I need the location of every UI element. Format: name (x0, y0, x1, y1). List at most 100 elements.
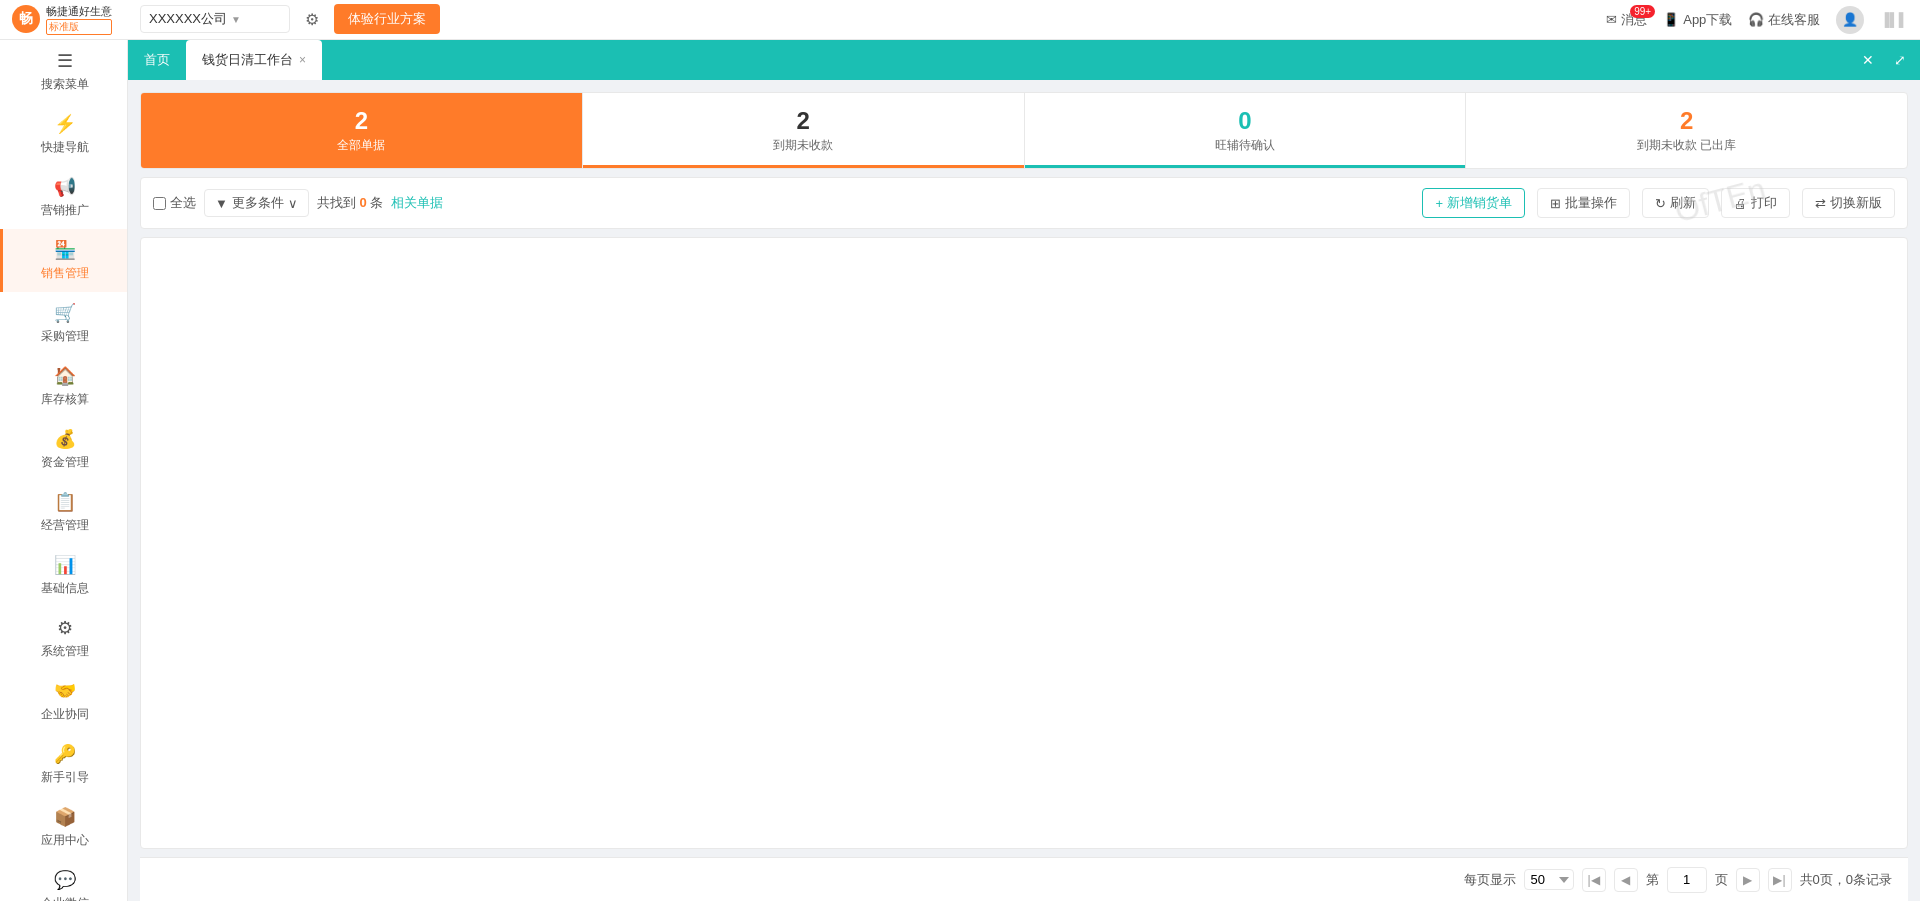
switch-icon: ⇄ (1815, 196, 1826, 211)
stat-label-pending: 旺辅待确认 (1041, 137, 1450, 154)
app-download-label: App下载 (1683, 11, 1732, 29)
sidebar-item-system[interactable]: ⚙ 系统管理 (0, 607, 127, 670)
stat-card-pending[interactable]: 0 旺辅待确认 (1025, 93, 1467, 168)
trial-button[interactable]: 体验行业方案 (334, 4, 440, 34)
sidebar-item-basic-info[interactable]: 📊 基础信息 (0, 544, 127, 607)
per-page-select[interactable]: 50 20 100 (1524, 869, 1574, 890)
tab-close-icon[interactable]: × (299, 53, 306, 67)
sidebar-item-finance[interactable]: 💰 资金管理 (0, 418, 127, 481)
sidebar-item-label: 资金管理 (41, 454, 89, 471)
sidebar-item-label: 系统管理 (41, 643, 89, 660)
print-button[interactable]: 🖨 打印 (1721, 188, 1790, 218)
sidebar: ☰ 搜索菜单 ⚡ 快捷导航 📢 营销推广 🏪 销售管理 🛒 采购管理 🏠 库存核… (0, 40, 128, 901)
online-service-btn[interactable]: 🎧 在线客服 (1748, 11, 1820, 29)
tab-close-window-btn[interactable]: ✕ (1856, 48, 1880, 72)
sidebar-item-wechat[interactable]: 💬 企业微信 (0, 859, 127, 901)
sidebar-item-label: 经营管理 (41, 517, 89, 534)
sidebar-item-label: 库存核算 (41, 391, 89, 408)
stat-card-overdue-shipped[interactable]: 2 到期未收款 已出库 (1466, 93, 1907, 168)
enterprise-icon: 🤝 (54, 680, 76, 702)
message-icon: ✉ (1606, 12, 1617, 27)
filter-label: 更多条件 (232, 194, 284, 212)
prev-page-btn[interactable]: ◀ (1614, 868, 1638, 892)
print-icon: 🖨 (1734, 196, 1747, 211)
sales-icon: 🏪 (54, 239, 76, 261)
batch-label: 批量操作 (1565, 194, 1617, 212)
company-selector[interactable]: XXXXXX公司 ▼ (140, 5, 290, 33)
quick-nav-icon: ⚡ (54, 113, 76, 135)
download-icon: 📱 (1663, 12, 1679, 27)
sidebar-item-search-menu[interactable]: ☰ 搜索菜单 (0, 40, 127, 103)
stat-number-pending: 0 (1041, 107, 1450, 135)
logo-text-block: 畅捷通好生意 标准版 (46, 4, 112, 34)
refresh-label: 刷新 (1670, 194, 1696, 212)
related-orders-link[interactable]: 相关单据 (391, 194, 443, 212)
sidebar-item-label: 销售管理 (41, 265, 89, 282)
top-bar-left: 畅 畅捷通好生意 标准版 XXXXXX公司 ▼ ⚙ 体验行业方案 (12, 4, 440, 34)
switch-version-button[interactable]: ⇄ 切换新版 (1802, 188, 1895, 218)
inventory-icon: 🏠 (54, 365, 76, 387)
batch-operation-button[interactable]: ⊞ 批量操作 (1537, 188, 1630, 218)
refresh-button[interactable]: ↻ 刷新 (1642, 188, 1709, 218)
page-suffix: 页 (1715, 871, 1728, 889)
table-area (140, 237, 1908, 849)
app-download-btn[interactable]: 📱 App下载 (1663, 11, 1732, 29)
filter-icon: ▼ (215, 196, 228, 211)
toolbar-right: + 新增销货单 ⊞ 批量操作 ↻ 刷新 🖨 打印 (1422, 188, 1895, 218)
chevron-down-icon: ▼ (231, 14, 241, 25)
operations-icon: 📋 (54, 491, 76, 513)
sidebar-item-sales[interactable]: 🏪 销售管理 (0, 229, 127, 292)
stat-card-all[interactable]: 2 全部单据 (141, 93, 583, 168)
stat-number-overdue: 2 (599, 107, 1008, 135)
sidebar-item-inventory[interactable]: 🏠 库存核算 (0, 355, 127, 418)
message-btn[interactable]: ✉ 消息 99+ (1606, 11, 1647, 29)
online-service-label: 在线客服 (1768, 11, 1820, 29)
sidebar-item-marketing[interactable]: 📢 营销推广 (0, 166, 127, 229)
sidebar-item-guide[interactable]: 🔑 新手引导 (0, 733, 127, 796)
first-page-btn[interactable]: |◀ (1582, 868, 1606, 892)
sidebar-item-purchase[interactable]: 🛒 采购管理 (0, 292, 127, 355)
user-name-area[interactable]: ▐▌▌ (1880, 12, 1908, 27)
page-input[interactable] (1667, 867, 1707, 893)
sidebar-item-quick-nav[interactable]: ⚡ 快捷导航 (0, 103, 127, 166)
add-icon: + (1435, 196, 1443, 211)
last-page-btn[interactable]: ▶| (1768, 868, 1792, 892)
found-count: 0 (360, 195, 367, 210)
sidebar-item-label: 采购管理 (41, 328, 89, 345)
sidebar-item-label: 快捷导航 (41, 139, 89, 156)
tab-expand-btn[interactable]: ⤢ (1888, 48, 1912, 72)
page-label: 第 (1646, 871, 1659, 889)
sidebar-item-label: 企业微信 (41, 895, 89, 901)
main-layout: ☰ 搜索菜单 ⚡ 快捷导航 📢 营销推广 🏪 销售管理 🛒 采购管理 🏠 库存核… (0, 40, 1920, 901)
wechat-icon: 💬 (54, 869, 76, 891)
settings-icon[interactable]: ⚙ (298, 5, 326, 33)
stat-label-overdue-shipped: 到期未收款 已出库 (1482, 137, 1891, 154)
tab-home[interactable]: 首页 (128, 40, 186, 80)
content-area: 首页 钱货日清工作台 × ✕ ⤢ 2 全部单据 2 到期未收款 (128, 40, 1920, 901)
sidebar-item-label: 基础信息 (41, 580, 89, 597)
marketing-icon: 📢 (54, 176, 76, 198)
app-tag: 标准版 (46, 19, 112, 35)
filter-chevron-icon: ∨ (288, 196, 298, 211)
company-name: XXXXXX公司 (149, 10, 227, 28)
filter-button[interactable]: ▼ 更多条件 ∨ (204, 189, 309, 217)
stats-row: 2 全部单据 2 到期未收款 0 旺辅待确认 2 到期未收款 已出库 (140, 92, 1908, 169)
add-order-button[interactable]: + 新增销货单 (1422, 188, 1525, 218)
top-bar: 畅 畅捷通好生意 标准版 XXXXXX公司 ▼ ⚙ 体验行业方案 ✉ 消息 99… (0, 0, 1920, 40)
purchase-icon: 🛒 (54, 302, 76, 324)
sidebar-item-label: 企业协同 (41, 706, 89, 723)
sidebar-item-operations[interactable]: 📋 经营管理 (0, 481, 127, 544)
batch-icon: ⊞ (1550, 196, 1561, 211)
next-page-btn[interactable]: ▶ (1736, 868, 1760, 892)
avatar[interactable]: 👤 (1836, 6, 1864, 34)
select-all-input[interactable] (153, 197, 166, 210)
basic-info-icon: 📊 (54, 554, 76, 576)
stat-card-overdue[interactable]: 2 到期未收款 (583, 93, 1025, 168)
sidebar-item-apps[interactable]: 📦 应用中心 (0, 796, 127, 859)
sidebar-item-enterprise[interactable]: 🤝 企业协同 (0, 670, 127, 733)
tab-work-bench[interactable]: 钱货日清工作台 × (186, 40, 322, 80)
guide-icon: 🔑 (54, 743, 76, 765)
stat-number-all: 2 (157, 107, 566, 135)
select-all-checkbox[interactable]: 全选 (153, 194, 196, 212)
select-all-label: 全选 (170, 194, 196, 212)
